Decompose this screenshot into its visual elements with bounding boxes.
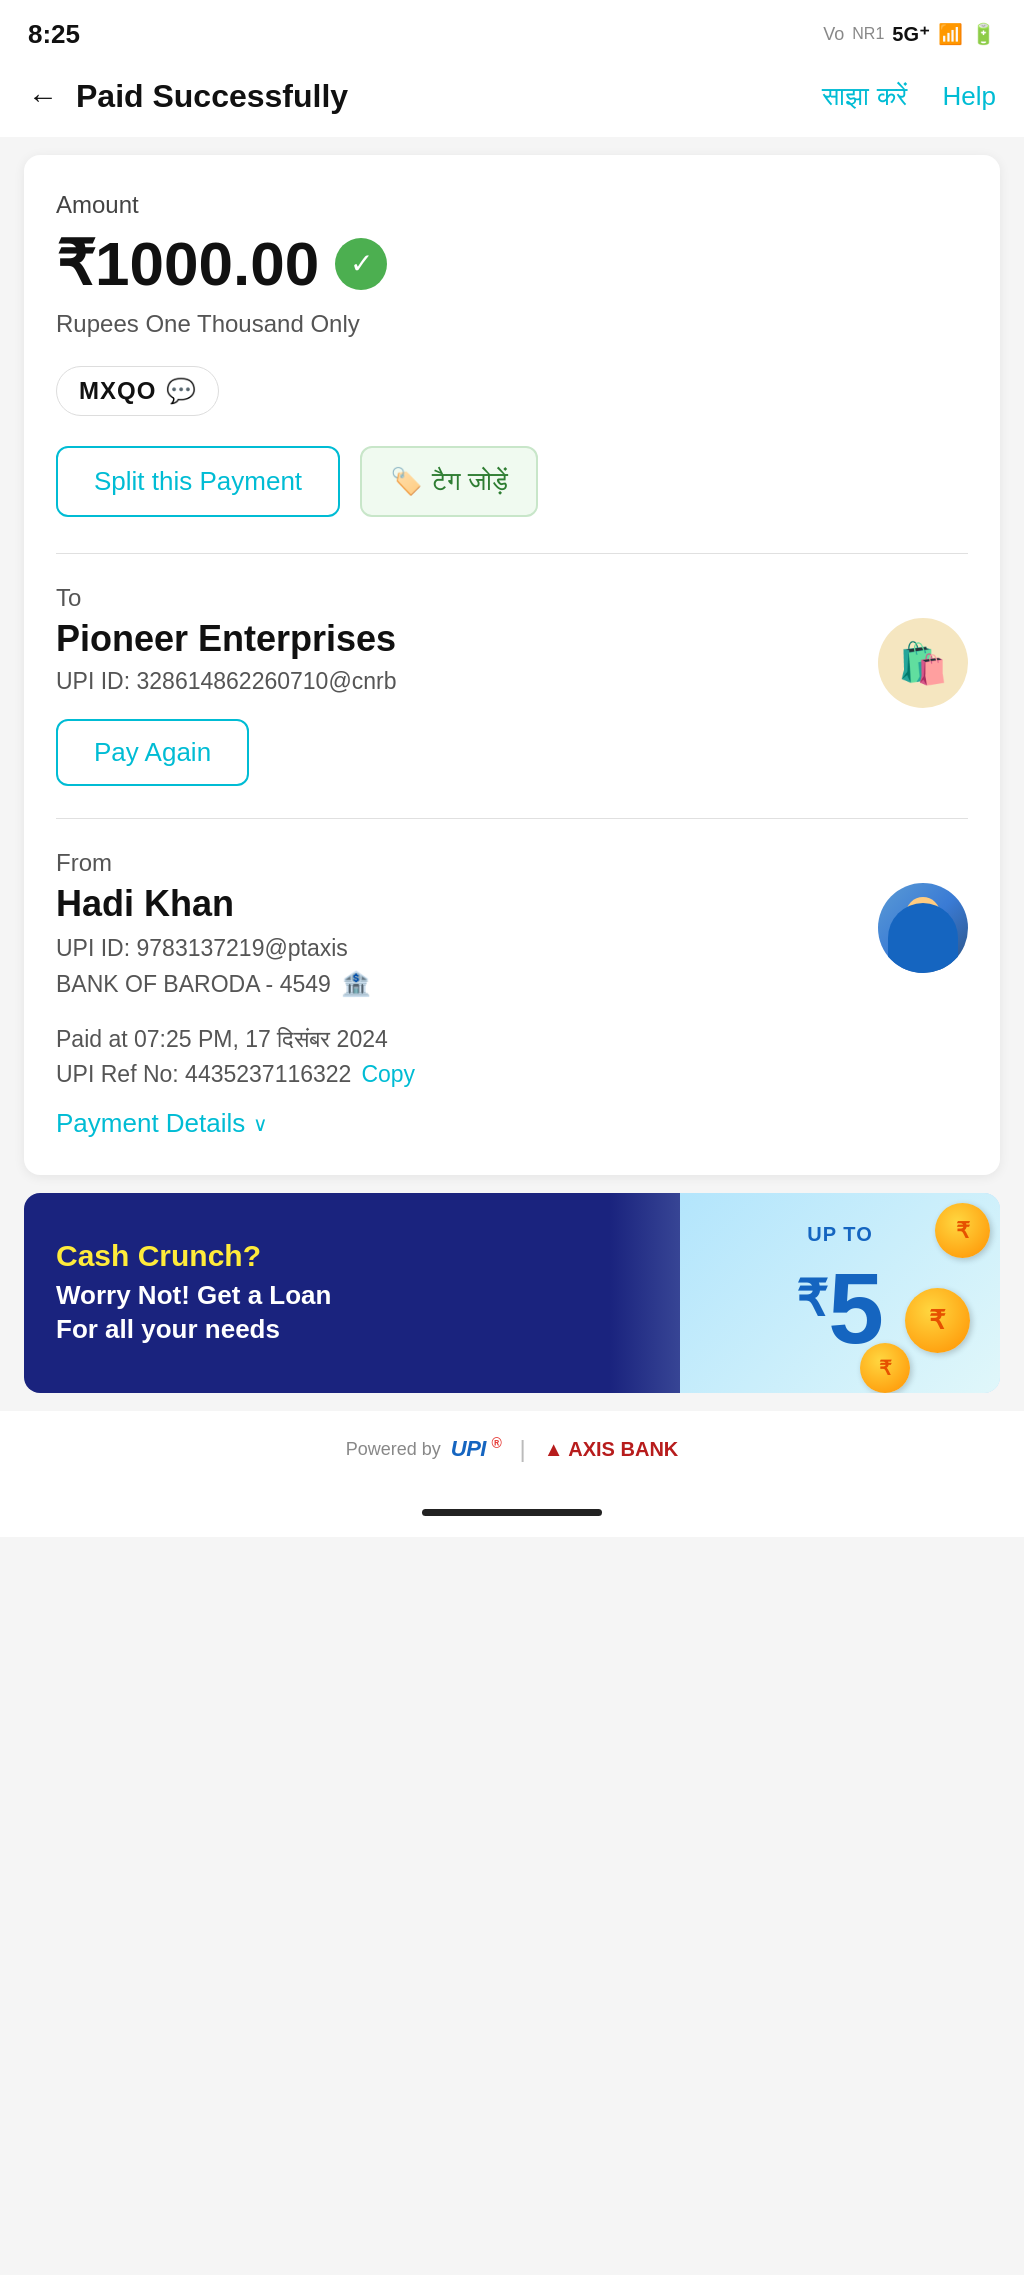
amount-value: ₹1000.00 bbox=[56, 227, 319, 300]
verified-badge-icon: ✓ bbox=[335, 238, 387, 290]
footer-divider: | bbox=[519, 1435, 525, 1463]
status-icons: Vo NR1 5G⁺ 📶 🔋 bbox=[823, 22, 996, 46]
sender-name: Hadi Khan bbox=[56, 883, 878, 925]
recipient-upi-id: UPI ID: 328614862260710@cnrb bbox=[56, 668, 878, 695]
battery-icon: 🔋 bbox=[971, 22, 996, 46]
paid-at-text: Paid at 07:25 PM, 17 दिसंबर 2024 bbox=[56, 1026, 878, 1053]
signal-bars-icon: 📶 bbox=[938, 22, 963, 46]
divider-1 bbox=[56, 553, 968, 554]
nr1-label: NR1 bbox=[852, 25, 884, 43]
from-section: Hadi Khan UPI ID: 9783137219@ptaxis BANK… bbox=[56, 883, 968, 1139]
share-button[interactable]: साझा करें bbox=[822, 81, 906, 112]
message-icon: 💬 bbox=[166, 377, 196, 405]
axis-bank-logo: ▲ AXIS BANK bbox=[544, 1438, 679, 1461]
banner-upto-label: UP TO bbox=[807, 1223, 872, 1246]
coin-icon-bot: ₹ bbox=[860, 1343, 910, 1393]
banner-amount-value: 5 bbox=[828, 1258, 884, 1358]
amount-words: Rupees One Thousand Only bbox=[56, 310, 968, 338]
network-icon: Vo bbox=[823, 24, 844, 45]
merchant-avatar: 🛍️ bbox=[878, 618, 968, 708]
banner-subtitle: Worry Not! Get a LoanFor all your needs bbox=[56, 1279, 648, 1347]
avatar-body bbox=[888, 903, 958, 973]
from-label: From bbox=[56, 849, 968, 877]
header: ← Paid Successfully साझा करें Help bbox=[0, 60, 1024, 137]
add-tag-button[interactable]: 🏷️ टैग जोड़ें bbox=[360, 446, 538, 517]
note-text: MXQO bbox=[79, 377, 156, 405]
loan-banner[interactable]: Cash Crunch? Worry Not! Get a LoanFor al… bbox=[24, 1193, 1000, 1393]
main-card: Amount ₹1000.00 ✓ Rupees One Thousand On… bbox=[24, 155, 1000, 1175]
divider-2 bbox=[56, 818, 968, 819]
sender-avatar bbox=[878, 883, 968, 973]
status-bar: 8:25 Vo NR1 5G⁺ 📶 🔋 bbox=[0, 0, 1024, 60]
amount-label: Amount bbox=[56, 191, 968, 219]
to-info: Pioneer Enterprises UPI ID: 328614862260… bbox=[56, 618, 878, 786]
banner-headline: Cash Crunch? bbox=[56, 1239, 648, 1273]
help-button[interactable]: Help bbox=[943, 81, 996, 112]
from-info: Hadi Khan UPI ID: 9783137219@ptaxis BANK… bbox=[56, 883, 878, 1139]
upi-logo: UPI ® bbox=[451, 1435, 502, 1462]
add-tag-label: टैग जोड़ें bbox=[432, 466, 508, 497]
to-section: Pioneer Enterprises UPI ID: 328614862260… bbox=[56, 618, 968, 786]
sender-upi-id: UPI ID: 9783137219@ptaxis bbox=[56, 935, 878, 962]
bottom-bar bbox=[0, 1487, 1024, 1537]
bank-row: BANK OF BARODA - 4549 🏦 bbox=[56, 970, 878, 998]
merchant-icon: 🛍️ bbox=[898, 640, 948, 687]
banner-right: UP TO ₹ 5 ₹ ₹ ₹ bbox=[680, 1193, 1000, 1393]
to-label: To bbox=[56, 584, 968, 612]
upi-ref-row: UPI Ref No: 4435237116322 Copy bbox=[56, 1061, 878, 1088]
split-payment-button[interactable]: Split this Payment bbox=[56, 446, 340, 517]
footer: Powered by UPI ® | ▲ AXIS BANK bbox=[0, 1411, 1024, 1487]
banner-currency: ₹ bbox=[796, 1270, 828, 1328]
payment-details-button[interactable]: Payment Details ∨ bbox=[56, 1108, 878, 1139]
page-title: Paid Successfully bbox=[76, 78, 804, 115]
home-indicator bbox=[422, 1509, 602, 1516]
payment-details-label: Payment Details bbox=[56, 1108, 245, 1139]
coin-icon-mid: ₹ bbox=[905, 1288, 970, 1353]
bank-logo-icon: 🏦 bbox=[341, 970, 371, 998]
note-tag: MXQO 💬 bbox=[56, 366, 219, 416]
recipient-name: Pioneer Enterprises bbox=[56, 618, 878, 660]
amount-row: ₹1000.00 ✓ bbox=[56, 227, 968, 300]
coin-icon-top: ₹ bbox=[935, 1203, 990, 1258]
upi-ref-number: UPI Ref No: 4435237116322 bbox=[56, 1061, 351, 1088]
status-time: 8:25 bbox=[28, 19, 80, 50]
powered-by-label: Powered by bbox=[346, 1439, 441, 1460]
banner-left: Cash Crunch? Worry Not! Get a LoanFor al… bbox=[24, 1193, 680, 1393]
chevron-down-icon: ∨ bbox=[253, 1112, 268, 1136]
pay-again-button[interactable]: Pay Again bbox=[56, 719, 249, 786]
signal-5g-icon: 5G⁺ bbox=[892, 22, 930, 46]
action-buttons: Split this Payment 🏷️ टैग जोड़ें bbox=[56, 446, 968, 517]
tag-icon: 🏷️ bbox=[390, 466, 422, 497]
bank-name: BANK OF BARODA - 4549 bbox=[56, 971, 331, 998]
copy-button[interactable]: Copy bbox=[361, 1061, 415, 1088]
back-button[interactable]: ← bbox=[28, 80, 58, 114]
